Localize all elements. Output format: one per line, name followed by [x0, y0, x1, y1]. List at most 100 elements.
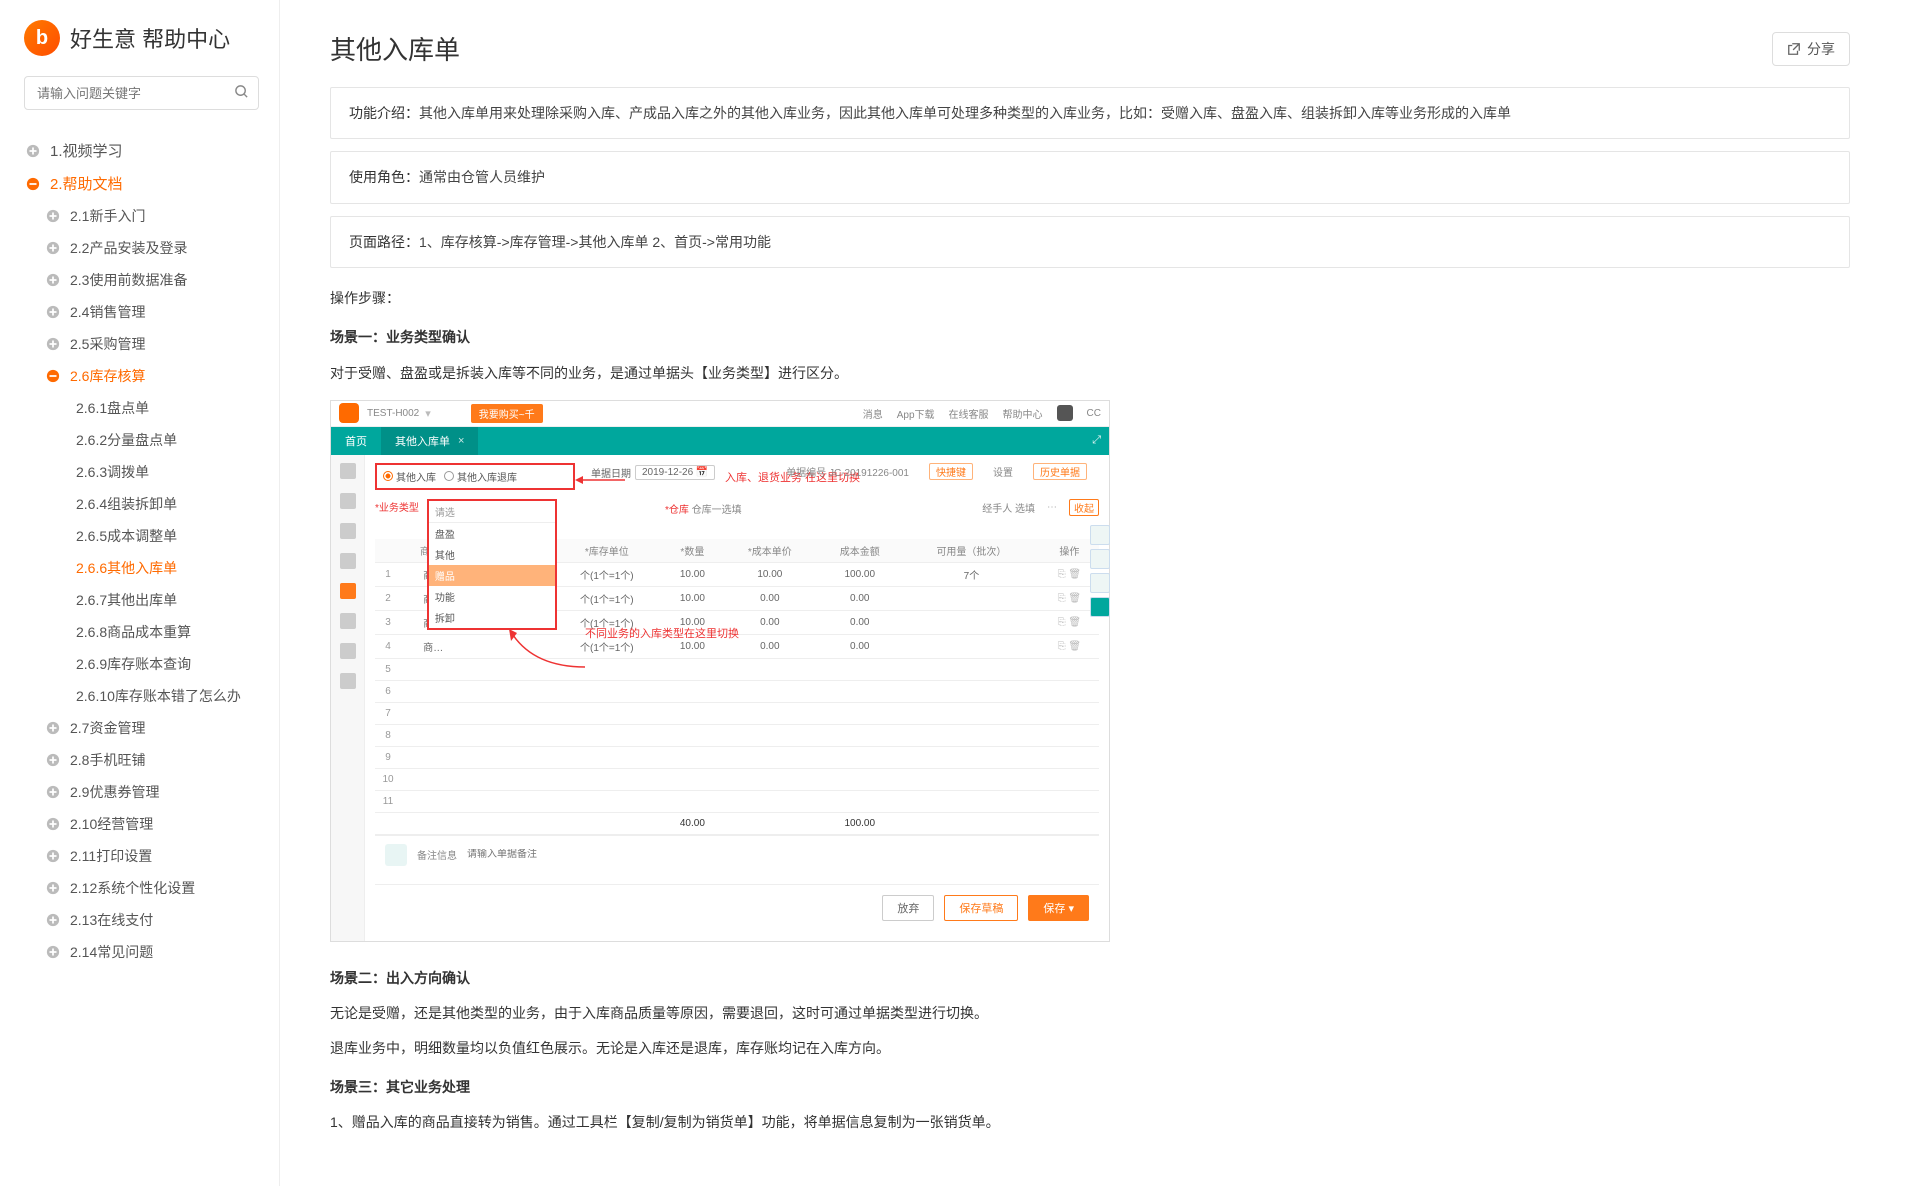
nav-2-7[interactable]: 2.7资金管理	[24, 712, 259, 744]
nav-2-11[interactable]: 2.11打印设置	[24, 840, 259, 872]
nav-2-6-6[interactable]: 2.6.6其他入库单	[24, 552, 259, 584]
page-title: 其他入库单	[330, 30, 460, 67]
ss-tool-icon[interactable]	[1090, 525, 1110, 545]
nav-2-6-5[interactable]: 2.6.5成本调整单	[24, 520, 259, 552]
rail-icon[interactable]	[340, 463, 356, 479]
ss-dd-option[interactable]: 功能	[429, 586, 555, 607]
ss-hotkey[interactable]: 快捷键	[929, 463, 973, 480]
ss-save-button[interactable]: 保存 ▾	[1028, 895, 1089, 921]
nav-2-6-8[interactable]: 2.6.8商品成本重算	[24, 616, 259, 648]
embedded-screenshot: TEST-H002 ▾ 我要购买~千 消息 App下载 在线客服 帮助中心 CC…	[330, 400, 1110, 942]
ss-dd-option[interactable]: 其他	[429, 544, 555, 565]
ss-annotation-2: 不同业务的入库类型在这里切换	[585, 625, 739, 641]
nav-2-1[interactable]: 2.1新手入门	[24, 200, 259, 232]
share-icon	[1787, 42, 1801, 56]
ss-radio-in[interactable]: 其他入库	[383, 469, 436, 484]
close-icon[interactable]: ×	[458, 435, 464, 447]
ss-remark-row: 备注信息	[375, 835, 1099, 874]
nav-2-10[interactable]: 2.10经营管理	[24, 808, 259, 840]
nav-2-4[interactable]: 2.4销售管理	[24, 296, 259, 328]
ss-top-app[interactable]: App下载	[897, 406, 935, 421]
rail-icon[interactable]	[340, 523, 356, 539]
nav-2-6-7[interactable]: 2.6.7其他出库单	[24, 584, 259, 616]
nav-2-6-10[interactable]: 2.6.10库存账本错了怎么办	[24, 680, 259, 712]
rail-icon[interactable]	[340, 613, 356, 629]
nav-2-13[interactable]: 2.13在线支付	[24, 904, 259, 936]
search-icon[interactable]	[234, 84, 249, 103]
ss-history[interactable]: 历史单据	[1033, 463, 1087, 480]
role-card: 使用角色：通常由仓管人员维护	[330, 151, 1850, 203]
ss-draft-button[interactable]: 保存草稿	[944, 895, 1018, 921]
share-button[interactable]: 分享	[1772, 32, 1850, 66]
nav-2-6-1[interactable]: 2.6.1盘点单	[24, 392, 259, 424]
scenario-2-title: 场景二：出入方向确认	[330, 966, 1850, 991]
plus-icon	[44, 815, 62, 833]
nav-2-12[interactable]: 2.12系统个性化设置	[24, 872, 259, 904]
ss-top-cs[interactable]: 在线客服	[949, 406, 989, 421]
ss-tabs: 首页 其他入库单× ⤢	[331, 427, 1109, 455]
plus-icon	[44, 207, 62, 225]
nav-2-6-9[interactable]: 2.6.9库存账本查询	[24, 648, 259, 680]
rail-icon[interactable]	[340, 643, 356, 659]
ss-dd-option[interactable]: 拆卸	[429, 607, 555, 628]
ss-footer: 放弃 保存草稿 保存 ▾	[375, 884, 1099, 931]
rail-icon[interactable]	[340, 553, 356, 569]
rail-icon[interactable]	[340, 673, 356, 689]
ss-tab-expand-icon[interactable]: ⤢	[1092, 434, 1101, 447]
scenario-1-title: 场景一：业务类型确认	[330, 325, 1850, 350]
nav-video[interactable]: 1.视频学习	[24, 134, 259, 167]
ss-top-msg[interactable]: 消息	[863, 406, 883, 421]
ss-tool-icon[interactable]	[1090, 597, 1110, 617]
ss-radio-return[interactable]: 其他入库退库	[444, 469, 517, 484]
plus-icon	[44, 303, 62, 321]
ss-right-tools	[1090, 525, 1110, 617]
nav-2-6-2[interactable]: 2.6.2分量盘点单	[24, 424, 259, 456]
ss-collapse-button[interactable]: 收起	[1069, 499, 1099, 516]
ss-settings[interactable]: 设置	[993, 464, 1013, 479]
ss-dd-option[interactable]: 赠品	[429, 565, 555, 586]
ss-date-input[interactable]: 2019-12-26 📅	[635, 465, 715, 480]
remark-icon	[385, 844, 407, 866]
plus-icon	[44, 783, 62, 801]
nav-2-3[interactable]: 2.3使用前数据准备	[24, 264, 259, 296]
intro-card: 功能介绍：其他入库单用来处理除采购入库、产成品入库之外的其他入库业务，因此其他入…	[330, 87, 1850, 139]
ss-top-help[interactable]: 帮助中心	[1003, 406, 1043, 421]
ss-remark-input[interactable]	[467, 849, 1089, 860]
plus-icon	[44, 335, 62, 353]
nav-2-9[interactable]: 2.9优惠券管理	[24, 776, 259, 808]
minus-icon	[24, 175, 42, 193]
search-input[interactable]	[24, 76, 259, 110]
plus-icon	[44, 847, 62, 865]
nav-2-6-3[interactable]: 2.6.3调拨单	[24, 456, 259, 488]
plus-icon	[44, 271, 62, 289]
main-content: 其他入库单 分享 功能介绍：其他入库单用来处理除采购入库、产成品入库之外的其他入…	[280, 0, 1900, 1186]
avatar-icon[interactable]	[1057, 405, 1073, 421]
nav-2-2[interactable]: 2.2产品安装及登录	[24, 232, 259, 264]
plus-icon	[44, 911, 62, 929]
nav-2-6[interactable]: 2.6库存核算	[24, 360, 259, 392]
scenario-3-text-1: 1、赠品入库的商品直接转为销售。通过工具栏【复制/复制为销货单】功能，将单据信息…	[330, 1110, 1850, 1135]
plus-icon	[44, 751, 62, 769]
nav-docs[interactable]: 2.帮助文档	[24, 167, 259, 200]
steps-section: 操作步骤： 场景一：业务类型确认 对于受赠、盘盈或是拆装入库等不同的业务，是通过…	[330, 286, 1850, 1136]
nav-2-6-4[interactable]: 2.6.4组装拆卸单	[24, 488, 259, 520]
ss-dd-option[interactable]: 盘盈	[429, 523, 555, 544]
nav-2-8[interactable]: 2.8手机旺铺	[24, 744, 259, 776]
plus-icon	[24, 142, 42, 160]
ss-tab-home[interactable]: 首页	[331, 427, 381, 455]
ss-tool-icon[interactable]	[1090, 573, 1110, 593]
plus-icon	[44, 943, 62, 961]
brand-title: 好生意 帮助中心	[70, 22, 230, 54]
scenario-2-text-1: 无论是受赠，还是其他类型的业务，由于入库商品质量等原因，需要退回，这时可通过单据…	[330, 1001, 1850, 1026]
nav-2-5[interactable]: 2.5采购管理	[24, 328, 259, 360]
ss-topbar: TEST-H002 ▾ 我要购买~千 消息 App下载 在线客服 帮助中心 CC	[331, 401, 1109, 427]
rail-icon-active[interactable]	[340, 583, 356, 599]
ss-discard-button[interactable]: 放弃	[882, 895, 934, 921]
ss-buy-button[interactable]: 我要购买~千	[471, 404, 543, 423]
ss-biztype-dropdown[interactable]: 请选 盘盈 其他 赠品 功能 拆卸	[427, 499, 557, 630]
plus-icon	[44, 719, 62, 737]
nav-2-14[interactable]: 2.14常见问题	[24, 936, 259, 968]
ss-tool-icon[interactable]	[1090, 549, 1110, 569]
rail-icon[interactable]	[340, 493, 356, 509]
ss-tab-doc[interactable]: 其他入库单×	[381, 427, 478, 455]
